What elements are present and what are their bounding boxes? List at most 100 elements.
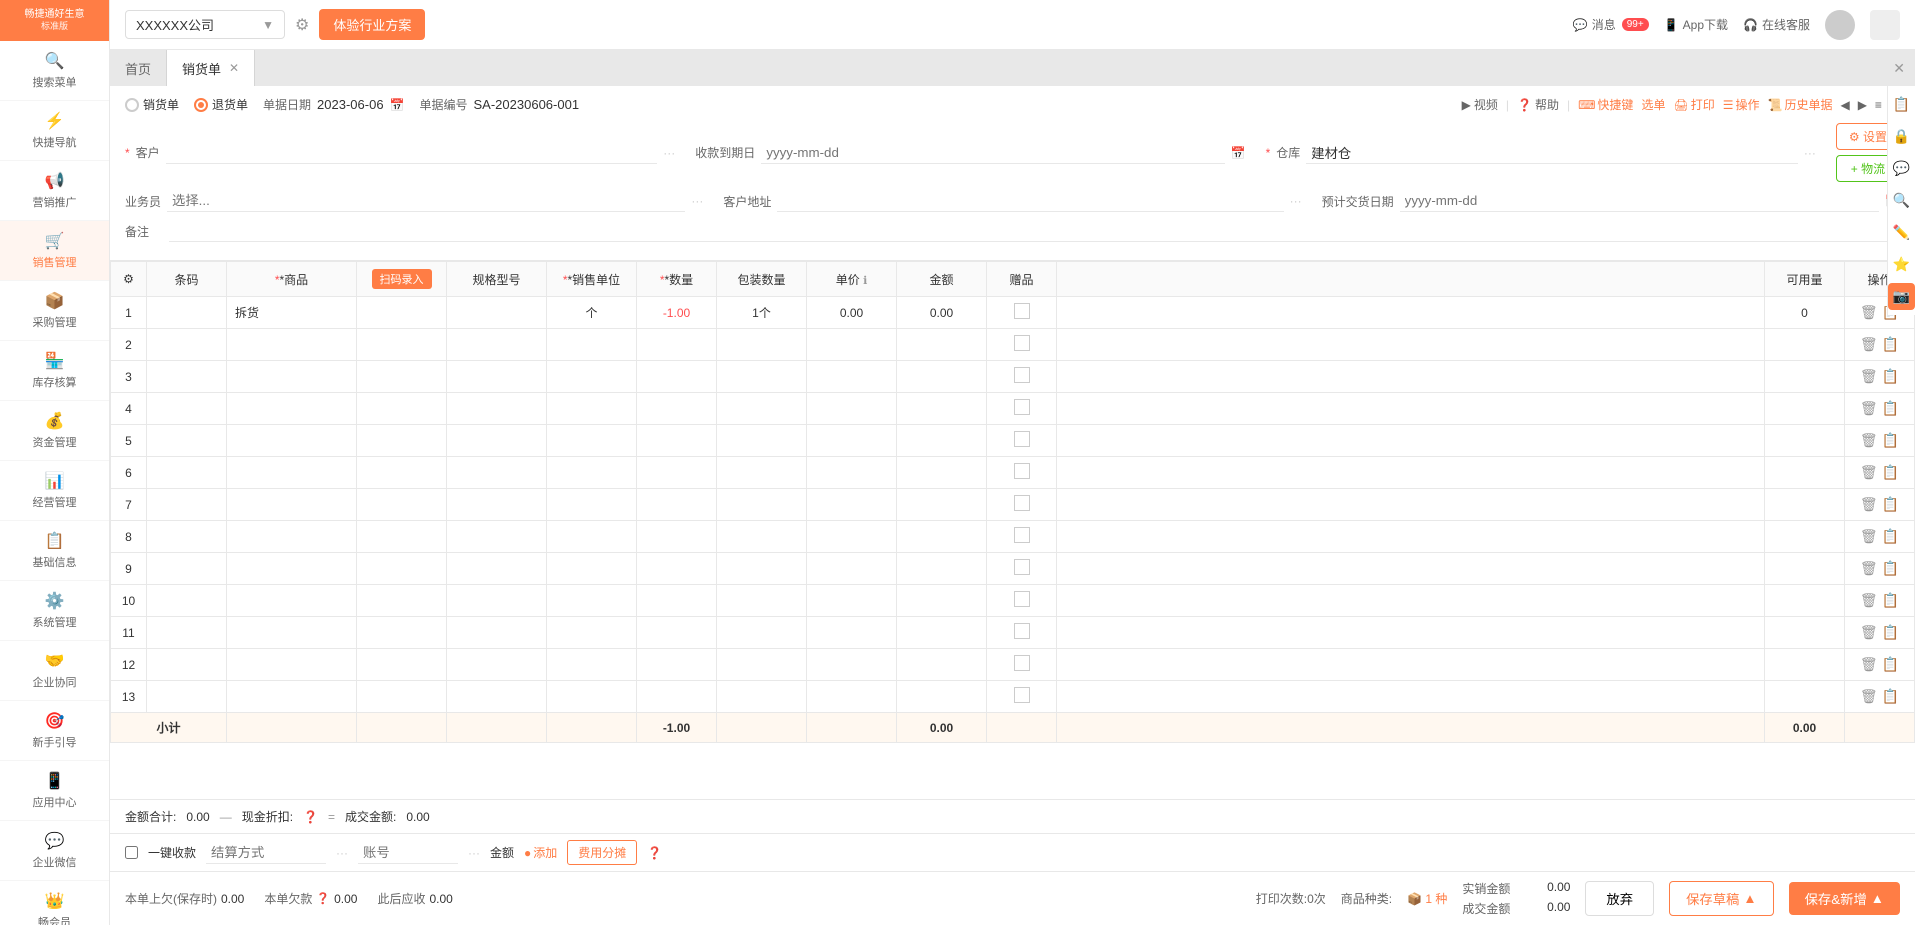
row-price-2[interactable] bbox=[807, 329, 897, 361]
row-price-3[interactable] bbox=[807, 361, 897, 393]
right-panel-icon-6[interactable]: ⭐ bbox=[1888, 251, 1915, 278]
sidebar-item-marketing[interactable]: 📢 营销推广 bbox=[0, 161, 109, 221]
row-spec-3[interactable] bbox=[447, 361, 547, 393]
copy-icon[interactable]: 📋 bbox=[1882, 464, 1899, 481]
customer-input[interactable] bbox=[166, 142, 658, 164]
close-all-icon[interactable]: ✕ bbox=[1893, 60, 1905, 77]
delete-icon[interactable]: 🗑 bbox=[1860, 560, 1878, 577]
row-barcode-5[interactable] bbox=[147, 425, 227, 457]
discard-button[interactable]: 放弃 bbox=[1585, 881, 1654, 916]
warehouse-input[interactable] bbox=[1306, 142, 1798, 164]
row-qty-4[interactable] bbox=[637, 393, 717, 425]
sidebar-item-guide[interactable]: 🎯 新手引导 bbox=[0, 701, 109, 761]
sidebar-item-shortcut[interactable]: ⚡ 快捷导航 bbox=[0, 101, 109, 161]
row-qty-2[interactable] bbox=[637, 329, 717, 361]
row-barcode-1[interactable] bbox=[147, 297, 227, 329]
sidebar-item-operations[interactable]: 📊 经营管理 bbox=[0, 461, 109, 521]
scan-button[interactable]: 扫码录入 bbox=[372, 269, 432, 289]
copy-icon[interactable]: 📋 bbox=[1882, 528, 1899, 545]
delete-icon[interactable]: 🗑 bbox=[1860, 368, 1878, 385]
row-price-6[interactable] bbox=[807, 457, 897, 489]
row-barcode-7[interactable] bbox=[147, 489, 227, 521]
notes-input[interactable] bbox=[169, 220, 1900, 242]
row-spec-10[interactable] bbox=[447, 585, 547, 617]
row-price-9[interactable] bbox=[807, 553, 897, 585]
row-price-8[interactable] bbox=[807, 521, 897, 553]
gear-btn[interactable]: ⚙ bbox=[295, 15, 309, 35]
row-qty-12[interactable] bbox=[637, 649, 717, 681]
nav-next-icon[interactable]: ▶ bbox=[1858, 98, 1867, 112]
operate-btn[interactable]: ☰ 操作 bbox=[1723, 96, 1760, 113]
bill-date-value[interactable]: 2023-06-06 bbox=[317, 97, 384, 112]
nav-prev-icon[interactable]: ◀ bbox=[1840, 98, 1849, 112]
row-barcode-9[interactable] bbox=[147, 553, 227, 585]
right-panel-icon-1[interactable]: 📋 bbox=[1888, 91, 1915, 118]
add-payment-button[interactable]: ● 添加 bbox=[524, 844, 557, 861]
row-price-11[interactable] bbox=[807, 617, 897, 649]
copy-icon[interactable]: 📋 bbox=[1882, 368, 1899, 385]
bill-num-value[interactable]: SA-20230606-001 bbox=[474, 97, 580, 112]
delete-icon[interactable]: 🗑 bbox=[1860, 400, 1878, 417]
fee-help-icon[interactable]: ❓ bbox=[647, 846, 662, 860]
account-more-icon[interactable]: ··· bbox=[468, 846, 480, 860]
col-settings-icon[interactable]: ⚙ bbox=[123, 272, 134, 286]
row-price-10[interactable] bbox=[807, 585, 897, 617]
row-gift-13[interactable] bbox=[987, 681, 1057, 713]
col-scan[interactable]: 扫码录入 bbox=[357, 262, 447, 297]
company-selector[interactable]: XXXXXX公司 ▼ bbox=[125, 10, 285, 39]
delete-icon[interactable]: 🗑 bbox=[1860, 432, 1878, 449]
row-gift-3[interactable] bbox=[987, 361, 1057, 393]
row-barcode-6[interactable] bbox=[147, 457, 227, 489]
sidebar-item-wechat[interactable]: 💬 企业微信 bbox=[0, 821, 109, 881]
radio-sales[interactable]: 销货单 bbox=[125, 96, 179, 113]
copy-icon[interactable]: 📋 bbox=[1882, 560, 1899, 577]
print-btn[interactable]: 🖨 打印 bbox=[1673, 96, 1714, 113]
delete-icon[interactable]: 🗑 bbox=[1860, 304, 1878, 321]
tab-sales-order[interactable]: 销货单 ✕ bbox=[167, 50, 255, 86]
copy-icon[interactable]: 📋 bbox=[1882, 656, 1899, 673]
col-settings[interactable]: ⚙ bbox=[111, 262, 147, 297]
customer-addr-input[interactable] bbox=[777, 190, 1283, 212]
sidebar-item-sales[interactable]: 🛒 销售管理 bbox=[0, 221, 109, 281]
price-info-icon[interactable]: ℹ bbox=[863, 275, 867, 287]
tab-home[interactable]: 首页 bbox=[110, 50, 167, 86]
select-btn[interactable]: 选单 bbox=[1641, 96, 1665, 113]
sidebar-item-purchase[interactable]: 📦 采购管理 bbox=[0, 281, 109, 341]
help-icon[interactable]: ❓ bbox=[303, 810, 318, 824]
row-qty-11[interactable] bbox=[637, 617, 717, 649]
sidebar-item-inventory[interactable]: 🏪 库存核算 bbox=[0, 341, 109, 401]
close-tab-icon[interactable]: ✕ bbox=[229, 61, 239, 75]
row-barcode-8[interactable] bbox=[147, 521, 227, 553]
save-new-button[interactable]: 保存&新增 ▲ bbox=[1789, 882, 1900, 915]
help-btn[interactable]: ❓ 帮助 bbox=[1517, 96, 1559, 113]
row-barcode-13[interactable] bbox=[147, 681, 227, 713]
row-qty-9[interactable] bbox=[637, 553, 717, 585]
customer-more-icon[interactable]: ··· bbox=[663, 146, 675, 160]
copy-icon[interactable]: 📋 bbox=[1882, 592, 1899, 609]
row-barcode-3[interactable] bbox=[147, 361, 227, 393]
row-spec-4[interactable] bbox=[447, 393, 547, 425]
copy-icon[interactable]: 📋 bbox=[1882, 400, 1899, 417]
row-gift-12[interactable] bbox=[987, 649, 1057, 681]
row-spec-11[interactable] bbox=[447, 617, 547, 649]
sidebar-item-enterprise[interactable]: 🤝 企业协同 bbox=[0, 641, 109, 701]
right-panel-icon-4[interactable]: 🔍 bbox=[1888, 187, 1915, 214]
delivery-date-input[interactable] bbox=[1400, 190, 1879, 212]
delete-icon[interactable]: 🗑 bbox=[1860, 464, 1878, 481]
row-qty-13[interactable] bbox=[637, 681, 717, 713]
warehouse-more-icon[interactable]: ··· bbox=[1804, 146, 1816, 160]
sidebar-item-finance[interactable]: 💰 资金管理 bbox=[0, 401, 109, 461]
sidebar-item-member[interactable]: 👑 畅会员 bbox=[0, 881, 109, 925]
history-btn[interactable]: 📜 历史单据 bbox=[1767, 96, 1832, 113]
delete-icon[interactable]: 🗑 bbox=[1860, 624, 1878, 641]
copy-icon[interactable]: 📋 bbox=[1882, 624, 1899, 641]
row-gift-8[interactable] bbox=[987, 521, 1057, 553]
sidebar-item-search[interactable]: 🔍 搜索菜单 bbox=[0, 41, 109, 101]
salesman-more-icon[interactable]: ··· bbox=[691, 194, 703, 208]
row-price-12[interactable] bbox=[807, 649, 897, 681]
sidebar-item-basic[interactable]: 📋 基础信息 bbox=[0, 521, 109, 581]
right-panel-icon-2[interactable]: 🔒 bbox=[1888, 123, 1915, 150]
trial-button[interactable]: 体验行业方案 bbox=[319, 9, 425, 40]
delete-icon[interactable]: 🗑 bbox=[1860, 592, 1878, 609]
copy-icon[interactable]: 📋 bbox=[1882, 496, 1899, 513]
